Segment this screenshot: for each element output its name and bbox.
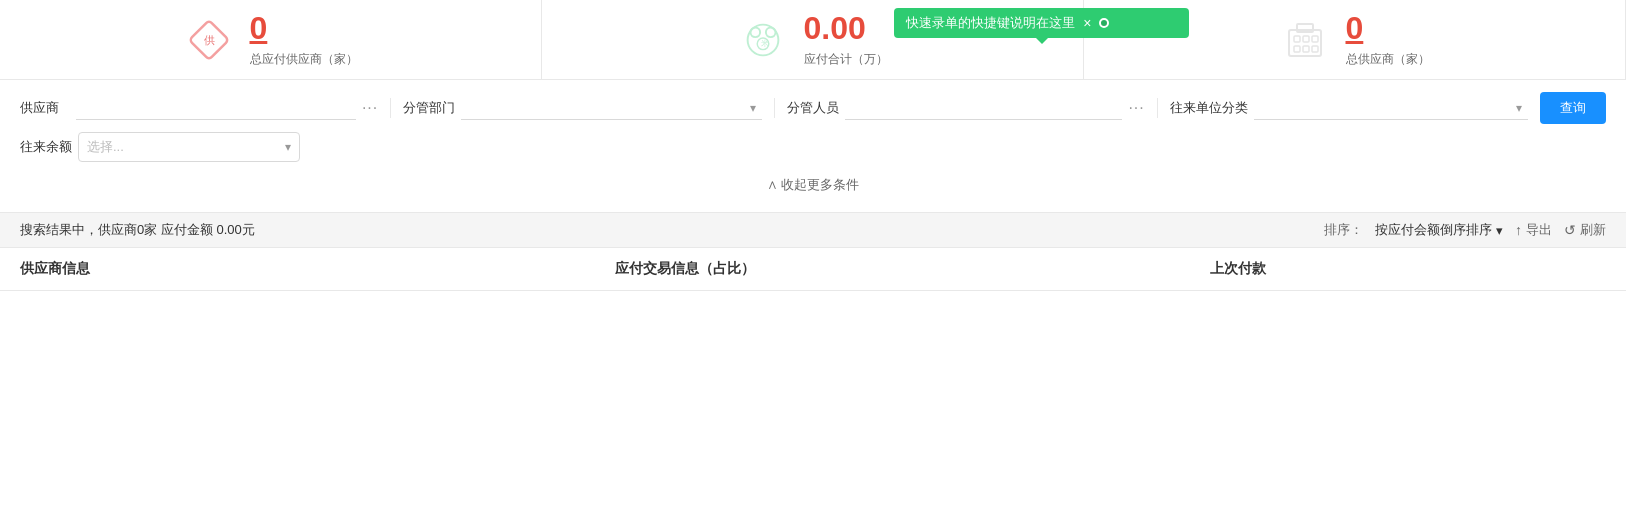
col-transaction-header: 应付交易信息（占比） [615, 260, 1210, 278]
filter-department: 分管部门 ▾ [403, 97, 761, 120]
svg-text:米: 米 [761, 38, 769, 47]
refresh-label: 刷新 [1580, 221, 1606, 239]
sort-chevron: ▾ [1496, 223, 1503, 238]
svg-point-3 [750, 27, 760, 37]
supplier-dots-btn[interactable]: ··· [362, 99, 378, 117]
department-select[interactable]: ▾ [461, 97, 761, 120]
balance-chevron: ▾ [285, 140, 291, 154]
balance-placeholder: 选择... [87, 138, 124, 156]
query-button[interactable]: 查询 [1540, 92, 1606, 124]
svg-rect-12 [1303, 46, 1309, 52]
result-summary: 搜索结果中，供应商0家 应付金额 0.00元 [20, 221, 255, 239]
sort-label: 排序： [1324, 221, 1363, 239]
payable-suppliers-label: 总应付供应商（家） [250, 51, 358, 68]
collapse-button[interactable]: ∧ 收起更多条件 [767, 176, 860, 194]
filter-supplier: 供应商 ··· [20, 96, 378, 120]
building-icon [1280, 15, 1330, 65]
balance-select[interactable]: 选择... ▾ [78, 132, 300, 162]
tooltip-dot [1099, 18, 1109, 28]
content-area [0, 291, 1626, 515]
filter-unit-class: 往来单位分类 ▾ [1170, 97, 1528, 120]
tooltip-line [1117, 22, 1177, 24]
department-chevron: ▾ [750, 101, 756, 115]
total-suppliers-label: 总供应商（家） [1346, 51, 1430, 68]
unit-class-select[interactable]: ▾ [1254, 97, 1528, 120]
tooltip-text: 快速录单的快捷键说明在这里 [906, 14, 1075, 32]
filter-row-2: 往来余额 选择... ▾ [20, 132, 1606, 162]
col-last-payment-header: 上次付款 [1210, 260, 1607, 278]
supplier-label: 供应商 [20, 99, 70, 117]
svg-point-4 [765, 27, 775, 37]
balance-label: 往来余额 [20, 138, 72, 156]
filter-section: 供应商 ··· 分管部门 ▾ 分管人员 ··· 往来单位分类 ▾ [0, 80, 1626, 213]
manager-label: 分管人员 [787, 99, 839, 117]
stat-payable-suppliers: 供 0 总应付供应商（家） [0, 0, 542, 79]
svg-rect-13 [1312, 46, 1318, 52]
divider-3 [1157, 98, 1158, 118]
filter-manager: 分管人员 ··· [787, 96, 1145, 120]
result-actions: 排序： 按应付会额倒序排序 ▾ ↑ 导出 ↺ 刷新 [1324, 221, 1606, 239]
department-label: 分管部门 [403, 99, 455, 117]
payable-total-label: 应付合计（万） [804, 51, 888, 68]
svg-rect-11 [1294, 46, 1300, 52]
payable-suppliers-number[interactable]: 0 [250, 11, 358, 46]
shortcut-tooltip: 快速录单的快捷键说明在这里 × [894, 8, 1189, 38]
filter-row-1: 供应商 ··· 分管部门 ▾ 分管人员 ··· 往来单位分类 ▾ [20, 92, 1606, 124]
manager-input[interactable] [845, 96, 1123, 120]
filter-balance: 往来余额 选择... ▾ [20, 132, 300, 162]
table-header: 供应商信息 应付交易信息（占比） 上次付款 [0, 248, 1626, 291]
export-icon: ↑ [1515, 222, 1522, 238]
refresh-button[interactable]: ↺ 刷新 [1564, 221, 1606, 239]
result-bar: 搜索结果中，供应商0家 应付金额 0.00元 排序： 按应付会额倒序排序 ▾ ↑… [0, 213, 1626, 248]
collapse-bar: ∧ 收起更多条件 [20, 170, 1606, 204]
sort-value: 按应付会额倒序排序 [1375, 221, 1492, 239]
col-supplier-info-header: 供应商信息 [20, 260, 615, 278]
unit-class-chevron: ▾ [1516, 101, 1522, 115]
bear-icon: 米 [738, 15, 788, 65]
svg-rect-8 [1294, 36, 1300, 42]
diamond-icon: 供 [184, 15, 234, 65]
unit-class-label: 往来单位分类 [1170, 99, 1248, 117]
tooltip-close-btn[interactable]: × [1083, 16, 1091, 30]
svg-text:供: 供 [203, 34, 214, 46]
refresh-icon: ↺ [1564, 222, 1576, 238]
sort-select[interactable]: 按应付会额倒序排序 ▾ [1375, 221, 1503, 239]
manager-dots-btn[interactable]: ··· [1128, 99, 1144, 117]
export-label: 导出 [1526, 221, 1552, 239]
stats-bar: 供 0 总应付供应商（家） 米 [0, 0, 1626, 80]
supplier-input[interactable] [76, 96, 356, 120]
svg-rect-9 [1303, 36, 1309, 42]
export-button[interactable]: ↑ 导出 [1515, 221, 1552, 239]
divider-2 [774, 98, 775, 118]
payable-total-number[interactable]: 0.00 [804, 11, 888, 46]
total-suppliers-number[interactable]: 0 [1346, 11, 1430, 46]
divider-1 [390, 98, 391, 118]
svg-rect-10 [1312, 36, 1318, 42]
